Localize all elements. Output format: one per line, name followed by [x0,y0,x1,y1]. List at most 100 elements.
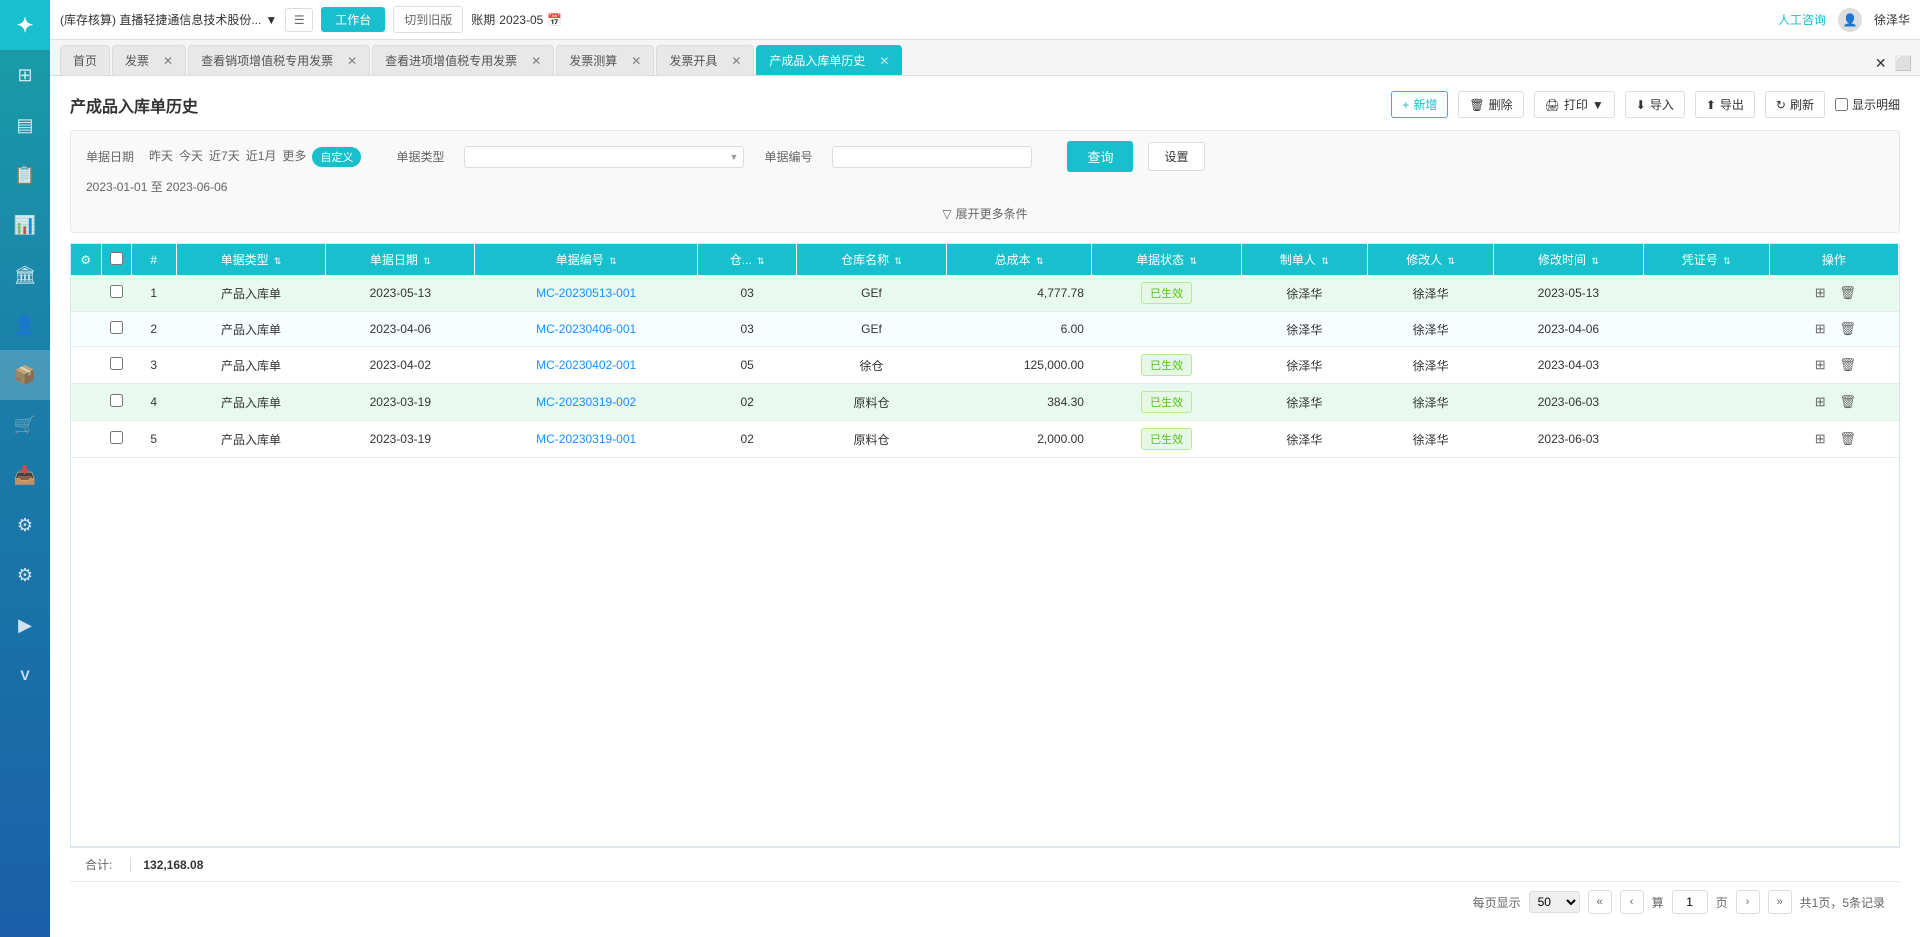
cell-number[interactable]: MC-20230319-002 [475,384,697,421]
cell-number[interactable]: MC-20230319-001 [475,421,697,458]
col-status[interactable]: 单据状态 ⇅ [1092,244,1241,275]
tab-invoice-calc-close[interactable]: ✕ [631,54,641,68]
export-button[interactable]: ⬆ 导出 [1695,91,1755,118]
delete-btn-4[interactable]: 🗑 [1838,429,1858,449]
row-checkbox-2[interactable] [110,357,123,370]
company-dropdown-icon[interactable]: ▼ [265,13,277,27]
expand-more-btn[interactable]: ▽ 展开更多条件 [86,201,1884,222]
cell-number[interactable]: MC-20230402-001 [475,347,697,384]
sidebar-item-voucher[interactable]: ▤ [0,100,50,150]
col-voucher[interactable]: 凭证号 ⇅ [1643,244,1769,275]
show-detail-input[interactable] [1835,98,1848,111]
delete-btn-0[interactable]: 🗑 [1838,283,1858,303]
refresh-button[interactable]: ↻ 刷新 [1765,91,1825,118]
sidebar-item-assets[interactable]: 🏛 [0,250,50,300]
delete-btn-3[interactable]: 🗑 [1838,392,1858,412]
date-today[interactable]: 今天 [179,147,203,167]
date-custom[interactable]: 自定义 [312,147,361,167]
delete-label: 删除 [1489,96,1513,113]
user-name[interactable]: 徐泽华 [1874,11,1910,28]
filter-settings-button[interactable]: 设置 [1148,142,1204,171]
sidebar-item-tax[interactable]: 📋 [0,150,50,200]
new-button[interactable]: + 新增 [1391,91,1448,118]
col-modifier[interactable]: 修改人 ⇅ [1368,244,1494,275]
page-next-btn[interactable]: › [1736,890,1760,914]
tab-invoice[interactable]: 发票 ✕ [112,45,186,75]
tab-product-history[interactable]: 产成品入库单历史 ✕ [756,45,902,75]
select-all-checkbox[interactable] [110,252,123,265]
tab-fullscreen[interactable]: ⬜ [1895,55,1912,72]
page-number-input[interactable] [1672,890,1708,914]
col-number[interactable]: 单据编号 ⇅ [475,244,697,275]
col-settings[interactable]: ⚙ [71,244,101,275]
sidebar-item-payable[interactable]: ⚙ [0,500,50,550]
delete-btn-1[interactable]: 🗑 [1838,319,1858,339]
tab-check-sale-close[interactable]: ✕ [347,54,357,68]
old-version-button[interactable]: 切到旧版 [393,6,463,33]
number-input[interactable] [832,146,1032,168]
page-info: 共1页，5条记录 [1800,894,1885,911]
col-creator[interactable]: 制单人 ⇅ [1241,244,1367,275]
query-button[interactable]: 查询 [1067,141,1133,172]
row-checkbox-1[interactable] [110,321,123,334]
col-warehouse-code[interactable]: 仓... ⇅ [697,244,796,275]
status-badge: 已生效 [1141,391,1192,413]
tab-check-sale[interactable]: 查看销项增值税专用发票 ✕ [188,45,370,75]
col-warehouse-name[interactable]: 仓库名称 ⇅ [797,244,946,275]
sidebar-item-report[interactable]: 📊 [0,200,50,250]
tab-invoice-close[interactable]: ✕ [163,54,173,68]
col-modify-time[interactable]: 修改时间 ⇅ [1494,244,1643,275]
edit-btn-0[interactable]: ⊞ [1810,283,1830,303]
support-btn[interactable]: 人工咨询 [1778,11,1826,28]
cell-date: 2023-03-19 [326,421,475,458]
delete-button[interactable]: 🗑 删除 [1458,91,1523,118]
sidebar-item-receivable[interactable]: 📥 [0,450,50,500]
col-type[interactable]: 单据类型 ⇅ [176,244,325,275]
tab-check-purchase[interactable]: 查看进项增值税专用发票 ✕ [372,45,554,75]
edit-btn-4[interactable]: ⊞ [1810,429,1830,449]
workbench-button[interactable]: 工作台 [321,7,385,32]
tab-invoice-open[interactable]: 发票开具 ✕ [656,45,754,75]
document-icon-btn[interactable]: ☰ [285,8,313,32]
delete-btn-2[interactable]: 🗑 [1838,355,1858,375]
sidebar-item-purchase[interactable]: 🛒 [0,400,50,450]
sidebar-item-settings[interactable]: ⚙ [0,550,50,600]
sidebar-item-version[interactable]: V [0,650,50,700]
cell-number[interactable]: MC-20230406-001 [475,312,697,347]
tab-invoice-open-close[interactable]: ✕ [731,54,741,68]
date-more[interactable]: 更多 [282,147,306,167]
tab-home[interactable]: 首页 [60,45,110,75]
row-checkbox-4[interactable] [110,431,123,444]
tab-close-all[interactable]: ✕ [1875,55,1887,72]
col-total-cost[interactable]: 总成本 ⇅ [946,244,1092,275]
type-select[interactable] [464,146,744,168]
date-yesterday[interactable]: 昨天 [149,147,173,167]
col-date[interactable]: 单据日期 ⇅ [326,244,475,275]
calendar-icon[interactable]: 📅 [547,13,562,27]
cell-warehouse-code: 05 [697,347,796,384]
sidebar-item-home[interactable]: ⊞ [0,50,50,100]
row-checkbox-0[interactable] [110,285,123,298]
edit-btn-2[interactable]: ⊞ [1810,355,1830,375]
print-button[interactable]: 🖨 打印 ▼ [1534,91,1615,118]
date-1month[interactable]: 近1月 [246,147,277,167]
edit-btn-1[interactable]: ⊞ [1810,319,1830,339]
show-detail-checkbox[interactable]: 显示明细 [1835,96,1900,113]
sidebar-item-payroll[interactable]: 👤 [0,300,50,350]
tab-product-history-close[interactable]: ✕ [879,54,889,68]
tab-invoice-calc[interactable]: 发票测算 ✕ [556,45,654,75]
edit-btn-3[interactable]: ⊞ [1810,392,1830,412]
row-checkbox-3[interactable] [110,394,123,407]
sidebar-item-inventory[interactable]: 📦 [0,350,50,400]
page-prev-btn[interactable]: ‹ [1620,890,1644,914]
page-last-btn[interactable]: » [1768,890,1792,914]
tab-check-purchase-close[interactable]: ✕ [531,54,541,68]
page-size-select[interactable]: 50 20 100 [1529,891,1580,913]
media-icon: ▶ [18,615,32,636]
app-logo[interactable]: ✦ [0,0,50,50]
import-button[interactable]: ⬇ 导入 [1625,91,1685,118]
sidebar-item-media[interactable]: ▶ [0,600,50,650]
page-first-btn[interactable]: « [1588,890,1612,914]
date-7days[interactable]: 近7天 [209,147,240,167]
cell-number[interactable]: MC-20230513-001 [475,275,697,312]
